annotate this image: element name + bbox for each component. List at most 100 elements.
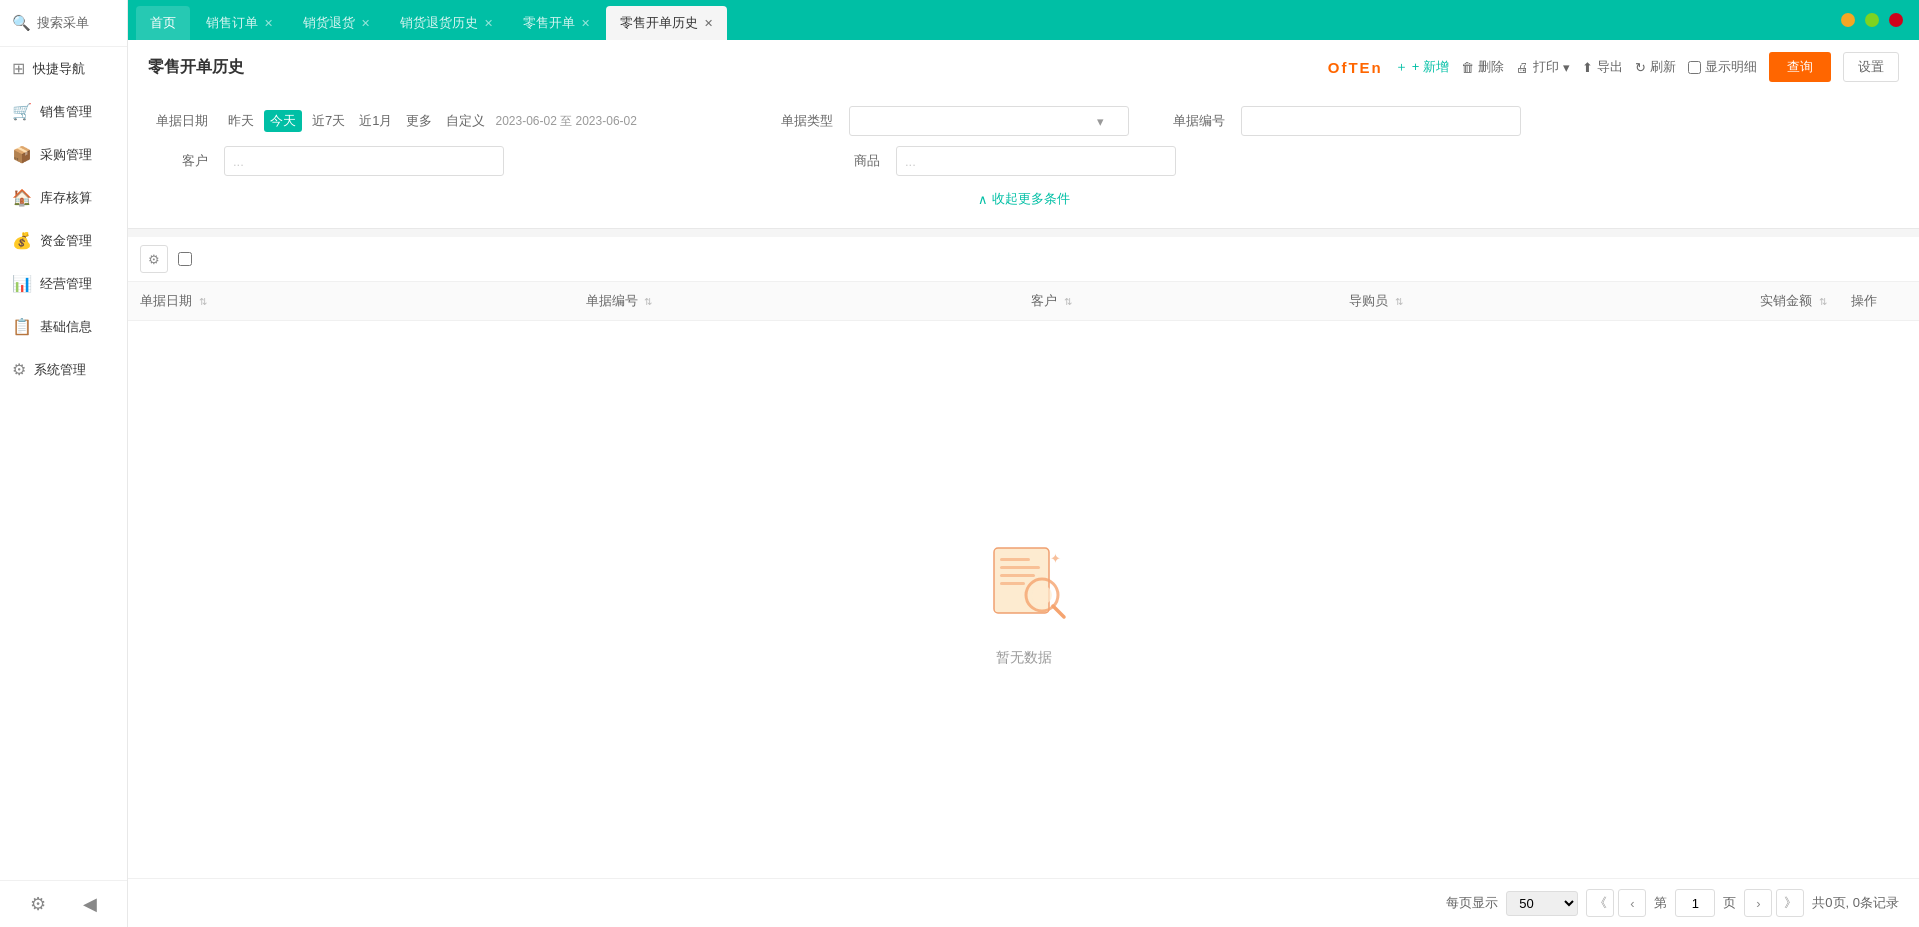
content-area: 零售开单历史 OfTEn ＋ + 新增 🗑 删除 🖨 打印: [128, 40, 1919, 927]
table-config-button[interactable]: ⚙: [140, 245, 168, 273]
sort-customer-icon[interactable]: ⇅: [1064, 296, 1072, 307]
refresh-button[interactable]: ↻ 刷新: [1635, 58, 1676, 76]
toolbar: OfTEn ＋ + 新增 🗑 删除 🖨 打印 ▾: [1328, 52, 1899, 82]
date-opt-7days[interactable]: 近7天: [308, 111, 349, 131]
sidebar-item-system[interactable]: ⚙ 系统管理: [0, 348, 127, 391]
date-opt-1month[interactable]: 近1月: [355, 111, 396, 131]
table-header-row: 单据日期 ⇅ 单据编号 ⇅ 客户 ⇅ 导购员 ⇅: [128, 282, 1919, 321]
delete-icon: 🗑: [1461, 60, 1474, 75]
last-page-button[interactable]: 》: [1776, 889, 1804, 917]
page-header: 零售开单历史 OfTEn ＋ + 新增 🗑 删除 🖨 打印: [128, 40, 1919, 229]
settings-icon[interactable]: ⚙: [30, 893, 46, 915]
prev-page-button[interactable]: ‹: [1618, 889, 1646, 917]
date-filter-label: 单据日期: [148, 112, 208, 130]
tab-retail-open-history[interactable]: 零售开单历史 ✕: [606, 6, 727, 40]
th-date: 单据日期 ⇅: [128, 282, 574, 321]
page-label-suffix: 页: [1719, 894, 1740, 912]
date-opt-custom[interactable]: 自定义: [442, 111, 489, 131]
maximize-button[interactable]: [1865, 13, 1879, 27]
tab-sales-return-history[interactable]: 销货退货历史 ✕: [386, 6, 507, 40]
customer-label: 客户: [148, 152, 208, 170]
sort-no-icon[interactable]: ⇅: [644, 296, 652, 307]
sort-amount-icon[interactable]: ⇅: [1819, 296, 1827, 307]
sidebar-search[interactable]: 🔍 搜索采单: [0, 0, 127, 47]
sidebar-item-operations[interactable]: 📊 经营管理: [0, 262, 127, 305]
th-no: 单据编号 ⇅: [574, 282, 1020, 321]
page-number-input[interactable]: [1675, 889, 1715, 917]
add-icon: ＋: [1395, 58, 1408, 76]
tab-home[interactable]: 首页: [136, 6, 190, 40]
print-button[interactable]: 🖨 打印 ▾: [1516, 58, 1570, 76]
date-opt-more[interactable]: 更多: [402, 111, 436, 131]
sidebar-item-finance[interactable]: 💰 资金管理: [0, 219, 127, 262]
sidebar-bottom: ⚙ ◀: [0, 880, 127, 927]
product-placeholder: ...: [905, 154, 916, 169]
add-button[interactable]: ＋ + 新增: [1395, 58, 1449, 76]
export-button[interactable]: ⬆ 导出: [1582, 58, 1623, 76]
svg-text:✦: ✦: [1050, 551, 1061, 566]
tab-retail-open-label: 零售开单: [523, 14, 575, 32]
tab-sales-return-close[interactable]: ✕: [361, 17, 370, 30]
pagination-nav: 《 ‹ 第 页 › 》: [1586, 889, 1804, 917]
doc-no-input[interactable]: [1241, 106, 1521, 136]
next-page-button[interactable]: ›: [1744, 889, 1772, 917]
date-opt-today[interactable]: 今天: [264, 110, 302, 132]
sidebar-item-quick-nav[interactable]: ⊞ 快捷导航: [0, 47, 127, 90]
tab-sales-order[interactable]: 销售订单 ✕: [192, 6, 287, 40]
tab-retail-open[interactable]: 零售开单 ✕: [509, 6, 604, 40]
product-label: 商品: [820, 152, 880, 170]
search-icon: 🔍: [12, 14, 31, 32]
per-page-select[interactable]: 50 10 20 100: [1506, 891, 1578, 916]
date-opt-yesterday[interactable]: 昨天: [224, 111, 258, 131]
customer-input[interactable]: ...: [224, 146, 504, 176]
tab-retail-open-close[interactable]: ✕: [581, 17, 590, 30]
date-options: 昨天 今天 近7天 近1月 更多 自定义 2023-06-02 至 2023-0…: [224, 110, 637, 132]
sidebar-item-label-inventory: 库存核算: [40, 189, 92, 207]
sidebar-item-purchase-mgmt[interactable]: 📦 采购管理: [0, 133, 127, 176]
th-salesperson: 导购员 ⇅: [1337, 282, 1719, 321]
tab-sales-order-close[interactable]: ✕: [264, 17, 273, 30]
tab-retail-open-history-close[interactable]: ✕: [704, 17, 713, 30]
delete-button[interactable]: 🗑 删除: [1461, 58, 1504, 76]
product-input[interactable]: ...: [896, 146, 1176, 176]
doc-type-select[interactable]: ▾: [849, 106, 1129, 136]
tab-sales-return-history-close[interactable]: ✕: [484, 17, 493, 30]
empty-state: ✦ 暂无数据: [128, 321, 1919, 878]
sort-salesperson-icon[interactable]: ⇅: [1395, 296, 1403, 307]
page-label-prefix: 第: [1650, 894, 1671, 912]
svg-rect-3: [1000, 574, 1035, 577]
filter-row-customer: 客户 ... 商品 ...: [148, 146, 1899, 176]
first-page-button[interactable]: 《: [1586, 889, 1614, 917]
minimize-button[interactable]: [1841, 13, 1855, 27]
display-cols-toggle[interactable]: 显示明细: [1688, 58, 1757, 76]
date-range-display: 2023-06-02 至 2023-06-02: [495, 113, 636, 130]
settings-button[interactable]: 设置: [1843, 52, 1899, 82]
sidebar-item-label-finance: 资金管理: [40, 232, 92, 250]
svg-rect-1: [1000, 558, 1030, 561]
doc-no-label: 单据编号: [1165, 112, 1225, 130]
sidebar-item-label-quick-nav: 快捷导航: [33, 60, 85, 78]
collapse-button[interactable]: ∧ 收起更多条件: [978, 190, 1070, 208]
close-button[interactable]: [1889, 13, 1903, 27]
sort-date-icon[interactable]: ⇅: [199, 296, 207, 307]
data-table: 单据日期 ⇅ 单据编号 ⇅ 客户 ⇅ 导购员 ⇅: [128, 282, 1919, 321]
display-cols-checkbox[interactable]: [1688, 61, 1701, 74]
collapse-sidebar-icon[interactable]: ◀: [83, 893, 97, 915]
sidebar-item-inventory[interactable]: 🏠 库存核算: [0, 176, 127, 219]
query-button[interactable]: 查询: [1769, 52, 1831, 82]
sidebar-item-basic-info[interactable]: 📋 基础信息: [0, 305, 127, 348]
sidebar-item-label-operations: 经营管理: [40, 275, 92, 293]
export-label: 导出: [1597, 58, 1623, 76]
tab-sales-return[interactable]: 销货退货 ✕: [289, 6, 384, 40]
print-icon: 🖨: [1516, 60, 1529, 75]
sidebar-item-sales-mgmt[interactable]: 🛒 销售管理: [0, 90, 127, 133]
select-all-checkbox[interactable]: [178, 252, 192, 266]
operations-icon: 📊: [12, 274, 32, 293]
export-icon: ⬆: [1582, 60, 1593, 75]
per-page-label: 每页显示: [1446, 894, 1498, 912]
sidebar-item-label-basic-info: 基础信息: [40, 318, 92, 336]
th-action: 操作: [1839, 282, 1919, 321]
sales-mgmt-icon: 🛒: [12, 102, 32, 121]
sidebar-item-label-system: 系统管理: [34, 361, 86, 379]
main-area: 首页 销售订单 ✕ 销货退货 ✕ 销货退货历史 ✕ 零售开单 ✕ 零售开单历史 …: [128, 0, 1919, 927]
